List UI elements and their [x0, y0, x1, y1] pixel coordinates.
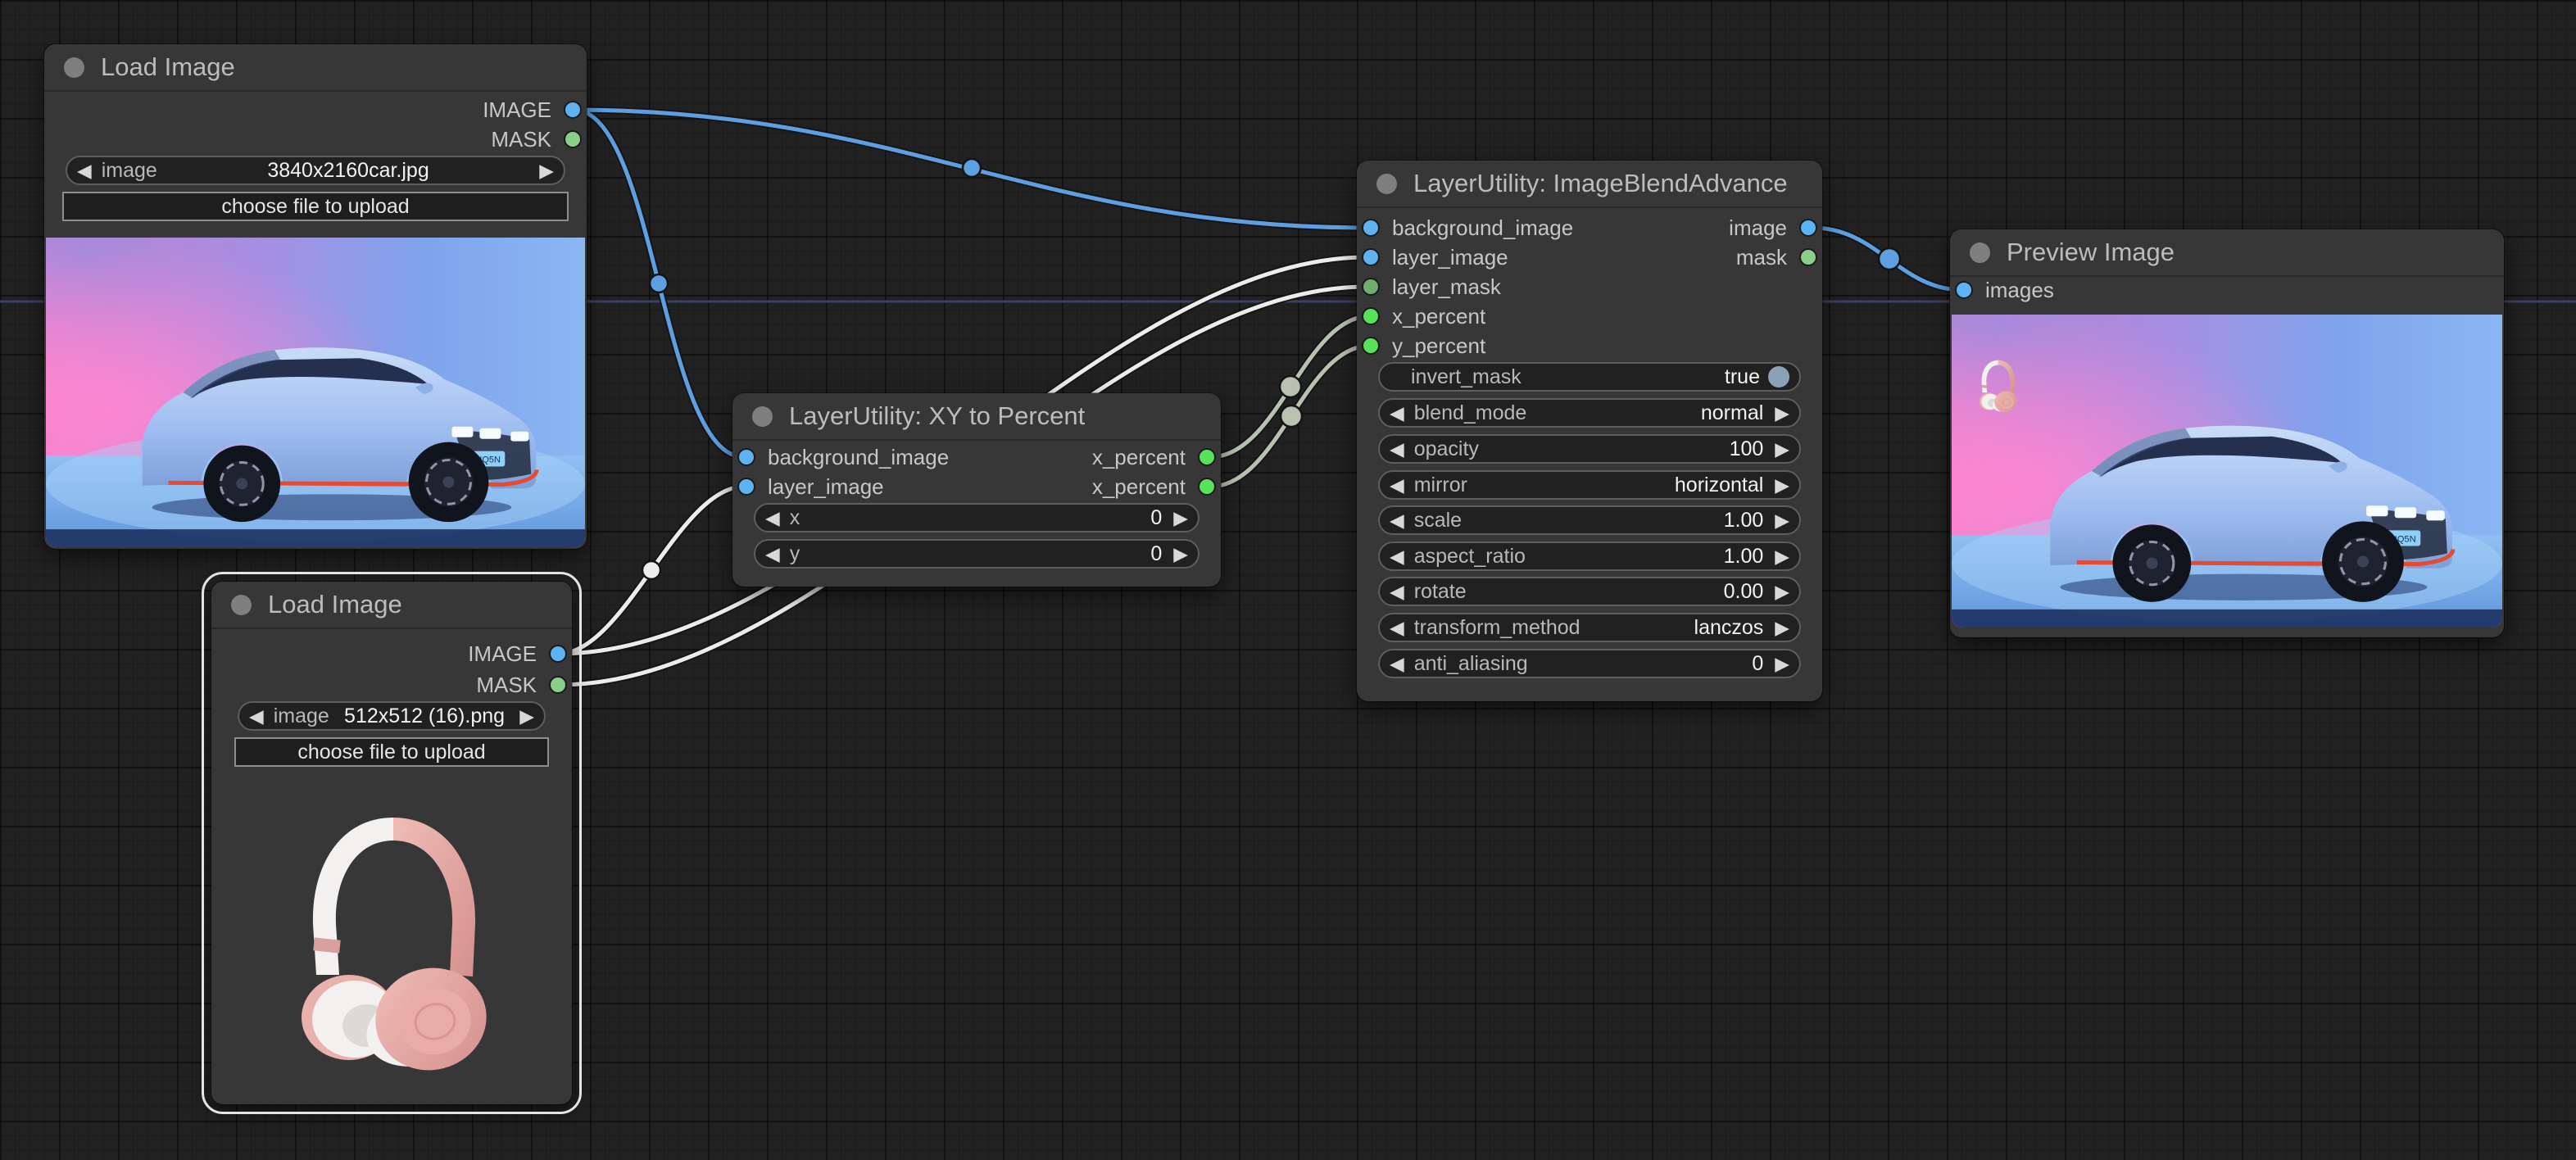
increment-arrow-icon[interactable]: ▶ [1775, 440, 1789, 459]
prev-arrow-icon[interactable]: ◀ [249, 707, 264, 726]
invert-mask-toggle[interactable]: invert_mask true [1378, 362, 1801, 392]
decrement-arrow-icon[interactable]: ◀ [1390, 440, 1404, 459]
collapse-dot-icon[interactable] [64, 57, 84, 78]
port-x-percent-input[interactable]: x_percent [1362, 301, 1485, 331]
port-layer-mask-input[interactable]: layer_mask [1362, 272, 1501, 301]
decrement-arrow-icon[interactable]: ◀ [1390, 547, 1404, 566]
image-port-dot-icon[interactable] [564, 101, 582, 119]
increment-arrow-icon[interactable]: ▶ [1775, 511, 1789, 530]
mask-port-dot-icon[interactable] [564, 130, 582, 148]
collapse-dot-icon[interactable] [1376, 174, 1397, 194]
collapse-dot-icon[interactable] [1970, 242, 1990, 263]
increment-arrow-icon[interactable]: ▶ [1775, 547, 1789, 566]
increment-arrow-icon[interactable]: ▶ [1775, 582, 1789, 601]
collapse-dot-icon[interactable] [231, 595, 252, 615]
transform-method-selector[interactable]: ◀ transform_method lanczos ▶ [1378, 613, 1801, 642]
image-filename: 512x512 (16).png [336, 705, 514, 728]
node-title: Load Image [101, 52, 235, 82]
prev-arrow-icon[interactable]: ◀ [77, 161, 92, 180]
port-images-input[interactable]: images [1955, 275, 2054, 305]
port-mask-output[interactable]: MASK [491, 125, 582, 154]
prev-arrow-icon[interactable]: ◀ [1390, 476, 1404, 495]
blend-mode-selector[interactable]: ◀ blend_mode normal ▶ [1378, 398, 1801, 428]
port-layer-image-input[interactable]: layer_image [737, 472, 884, 501]
port-mask-output[interactable]: MASK [476, 670, 567, 700]
port-image-output[interactable]: image [1729, 213, 1817, 242]
port-image-output[interactable]: IMAGE [483, 95, 582, 125]
image-port-dot-icon[interactable] [1362, 248, 1380, 266]
percent-port-dot-icon[interactable] [1198, 448, 1216, 466]
next-arrow-icon[interactable]: ▶ [519, 707, 534, 726]
mirror-selector[interactable]: ◀ mirror horizontal ▶ [1378, 470, 1801, 500]
node-graph-canvas[interactable]: Load Image IMAGE MASK ◀ image 3840x2160c… [0, 0, 2576, 1160]
next-arrow-icon[interactable]: ▶ [539, 161, 554, 180]
port-background-image-input[interactable]: background_image [737, 442, 949, 472]
mask-port-dot-icon[interactable] [1362, 278, 1380, 296]
node-title: LayerUtility: ImageBlendAdvance [1413, 169, 1788, 198]
port-background-image-input[interactable]: background_image [1362, 213, 1573, 242]
port-x-percent-output[interactable]: x_percent [1092, 442, 1216, 472]
prev-arrow-icon[interactable]: ◀ [1390, 619, 1404, 637]
node-image-blend-advance[interactable]: LayerUtility: ImageBlendAdvance backgrou… [1357, 161, 1822, 701]
decrement-arrow-icon[interactable]: ◀ [765, 545, 780, 564]
next-arrow-icon[interactable]: ▶ [1775, 476, 1789, 495]
node-preview-image[interactable]: Preview Image images [1950, 229, 2504, 637]
x-stepper[interactable]: ◀ x 0 ▶ [754, 503, 1200, 532]
image-port-dot-icon[interactable] [549, 645, 567, 663]
mask-port-dot-icon[interactable] [549, 676, 567, 694]
car-preview-image [46, 238, 585, 547]
decrement-arrow-icon[interactable]: ◀ [765, 509, 780, 528]
blended-preview-image [1952, 315, 2502, 628]
node-titlebar[interactable]: Load Image [211, 582, 572, 629]
upload-button[interactable]: choose file to upload [234, 737, 549, 767]
image-port-dot-icon[interactable] [1362, 219, 1380, 237]
collapse-dot-icon[interactable] [752, 406, 773, 427]
opacity-stepper[interactable]: ◀ opacity 100 ▶ [1378, 434, 1801, 464]
next-arrow-icon[interactable]: ▶ [1775, 619, 1789, 637]
percent-port-dot-icon[interactable] [1362, 307, 1380, 325]
rotate-stepper[interactable]: ◀ rotate 0.00 ▶ [1378, 577, 1801, 606]
image-port-dot-icon[interactable] [737, 478, 755, 496]
scale-stepper[interactable]: ◀ scale 1.00 ▶ [1378, 505, 1801, 535]
upload-button[interactable]: choose file to upload [62, 192, 569, 221]
percent-port-dot-icon[interactable] [1362, 337, 1380, 355]
decrement-arrow-icon[interactable]: ◀ [1390, 582, 1404, 601]
aspect-ratio-stepper[interactable]: ◀ aspect_ratio 1.00 ▶ [1378, 541, 1801, 571]
increment-arrow-icon[interactable]: ▶ [1775, 655, 1789, 673]
port-y-percent-input[interactable]: y_percent [1362, 331, 1485, 360]
increment-arrow-icon[interactable]: ▶ [1173, 545, 1188, 564]
decrement-arrow-icon[interactable]: ◀ [1390, 655, 1404, 673]
image-selector[interactable]: ◀ image 512x512 (16).png ▶ [238, 701, 546, 731]
node-load-image-1[interactable]: Load Image IMAGE MASK ◀ image 3840x2160c… [44, 44, 587, 549]
toggle-knob-icon[interactable] [1768, 366, 1789, 387]
decrement-arrow-icon[interactable]: ◀ [1390, 511, 1404, 530]
node-titlebar[interactable]: Load Image [44, 44, 587, 92]
image-port-dot-icon[interactable] [737, 448, 755, 466]
y-stepper[interactable]: ◀ y 0 ▶ [754, 539, 1200, 569]
image-port-dot-icon[interactable] [1955, 281, 1973, 299]
percent-port-dot-icon[interactable] [1198, 478, 1216, 496]
node-title: LayerUtility: XY to Percent [789, 401, 1085, 431]
node-xy-to-percent[interactable]: LayerUtility: XY to Percent background_i… [732, 393, 1221, 587]
headphones-preview-image [270, 786, 516, 1081]
image-selector[interactable]: ◀ image 3840x2160car.jpg ▶ [66, 156, 565, 185]
prev-arrow-icon[interactable]: ◀ [1390, 404, 1404, 423]
port-y-percent-output[interactable]: x_percent [1092, 472, 1216, 501]
node-load-image-2[interactable]: Load Image IMAGE MASK ◀ image 512x512 (1… [211, 582, 572, 1104]
image-filename: 3840x2160car.jpg [164, 159, 533, 183]
port-image-output[interactable]: IMAGE [468, 639, 567, 668]
anti-aliasing-stepper[interactable]: ◀ anti_aliasing 0 ▶ [1378, 649, 1801, 678]
increment-arrow-icon[interactable]: ▶ [1173, 509, 1188, 528]
node-titlebar[interactable]: LayerUtility: XY to Percent [732, 393, 1221, 441]
next-arrow-icon[interactable]: ▶ [1775, 404, 1789, 423]
node-titlebar[interactable]: LayerUtility: ImageBlendAdvance [1357, 161, 1822, 208]
port-mask-output[interactable]: mask [1736, 242, 1817, 272]
mask-port-dot-icon[interactable] [1799, 248, 1817, 266]
port-layer-image-input[interactable]: layer_image [1362, 242, 1508, 272]
node-titlebar[interactable]: Preview Image [1950, 229, 2504, 277]
node-title: Load Image [268, 590, 402, 619]
image-port-dot-icon[interactable] [1799, 219, 1817, 237]
node-title: Preview Image [2007, 238, 2175, 267]
